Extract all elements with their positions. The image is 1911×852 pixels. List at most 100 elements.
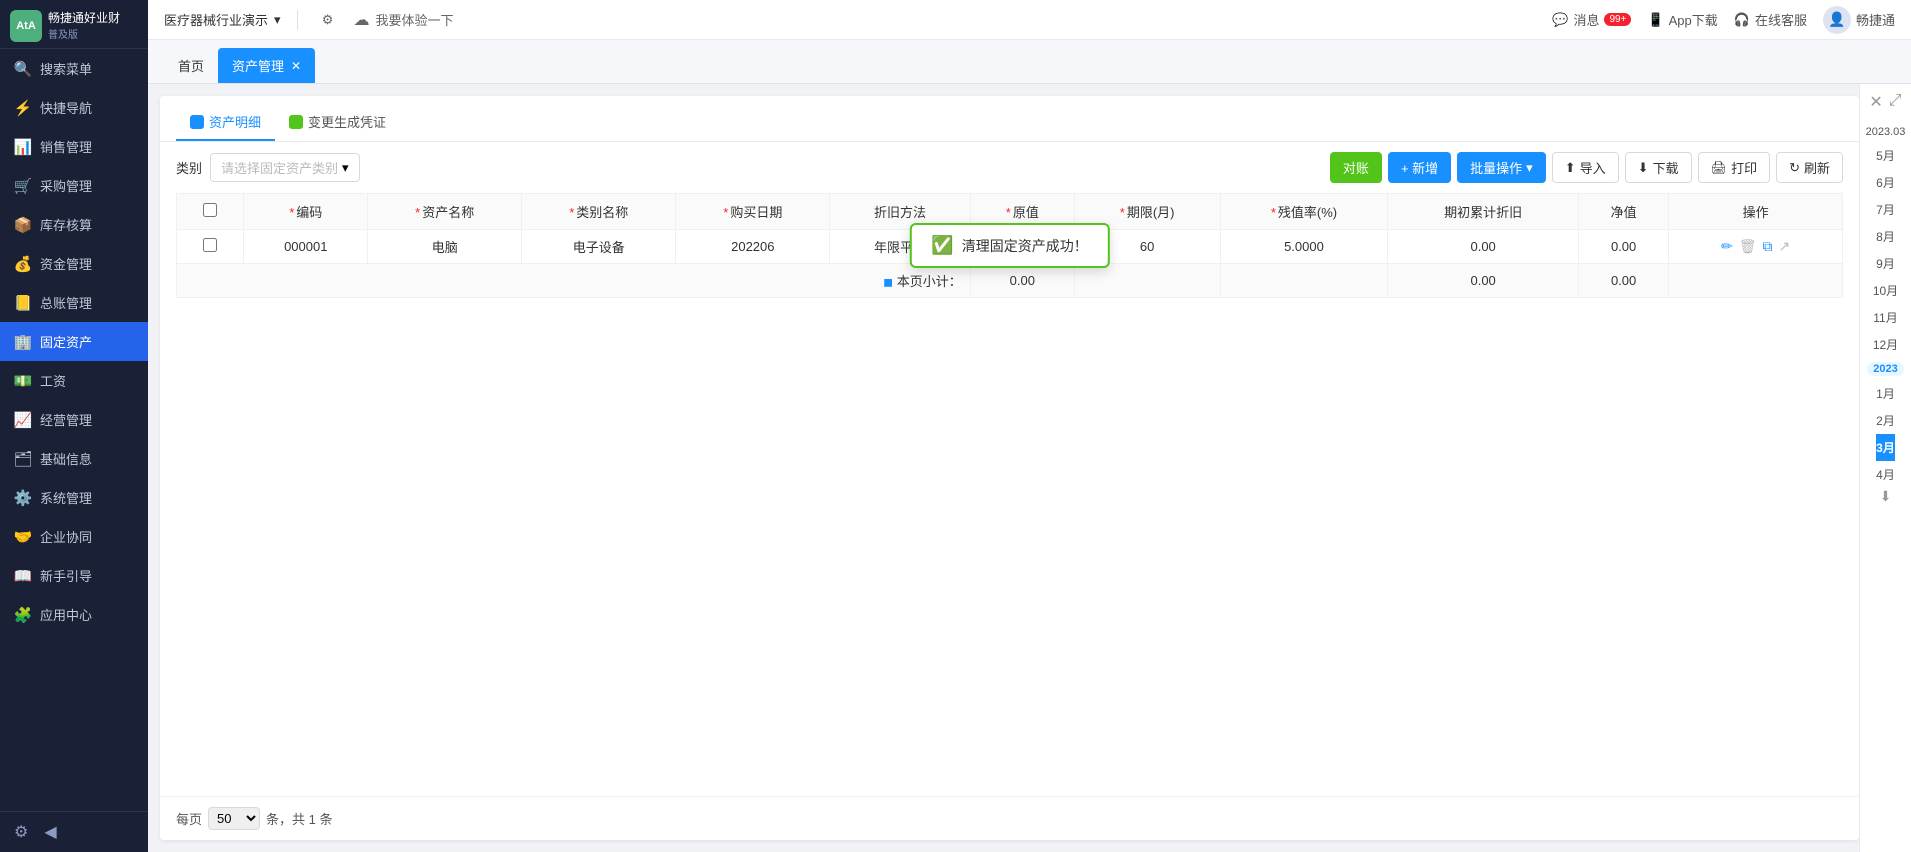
- row-checkbox[interactable]: [203, 238, 217, 252]
- sidebar-item-label: 销售管理: [40, 137, 92, 156]
- sidebar-item-funds[interactable]: 💰 资金管理: [0, 244, 148, 283]
- category-filter-arrow: ▾: [342, 160, 349, 176]
- topbar-divider: [297, 10, 298, 30]
- refresh-icon: ↻: [1789, 160, 1800, 176]
- pagination: 每页 50 20 100 条，共 1 条: [160, 796, 1859, 840]
- subtotal-label: ◼ 本页小计：: [177, 264, 971, 298]
- tab-close-icon[interactable]: ✕: [291, 59, 301, 73]
- experience-button[interactable]: ☁ 我要体验一下: [354, 10, 454, 30]
- rp-year-label: 2023: [1867, 362, 1903, 376]
- subtotal-empty3: [1669, 264, 1843, 298]
- management-icon: 📈: [14, 411, 32, 429]
- batch-ops-arrow: ▾: [1526, 160, 1533, 176]
- sidebar-item-label: 资金管理: [40, 254, 92, 273]
- messages-button[interactable]: 💬 消息 99+: [1552, 10, 1631, 29]
- print-label: 打印: [1731, 158, 1757, 177]
- th-code: *编码: [244, 194, 368, 230]
- import-icon: ⬆: [1565, 160, 1576, 176]
- topbar: 医疗器械行业演示 ▾ ⚙ ☁ 我要体验一下 💬 消息 99+ 📱 App下载 🎧…: [148, 0, 1911, 40]
- subtab-change-voucher[interactable]: 变更生成凭证: [275, 106, 400, 141]
- category-filter[interactable]: 请选择固定资产类别 ▾: [210, 153, 360, 182]
- th-net-value: 净值: [1578, 194, 1668, 230]
- subtotal-empty2: [1220, 264, 1388, 298]
- sidebar-item-inventory[interactable]: 📦 库存核算: [0, 205, 148, 244]
- th-action: 操作: [1669, 194, 1843, 230]
- tabbar: 首页 资产管理 ✕: [148, 40, 1911, 84]
- sidebar-item-label: 固定资产: [40, 332, 92, 351]
- th-initial-depreciation: 期初累计折旧: [1388, 194, 1578, 230]
- content: 资产明细 变更生成凭证 类别 请选择固定资产类别 ▾: [148, 84, 1911, 852]
- refresh-button[interactable]: ↻ 刷新: [1776, 152, 1843, 183]
- rp-month[interactable]: 11月: [1873, 304, 1898, 331]
- experience-label: 我要体验一下: [376, 10, 454, 29]
- sidebar-item-guide[interactable]: 📖 新手引导: [0, 556, 148, 595]
- sidebar-item-appstore[interactable]: 🧩 应用中心: [0, 595, 148, 634]
- rp-month[interactable]: 6月: [1873, 169, 1898, 196]
- page-size-select[interactable]: 50 20 100: [208, 807, 260, 830]
- sidebar-item-label: 库存核算: [40, 215, 92, 234]
- batch-ops-label: 批量操作: [1470, 158, 1522, 177]
- sidebar-item-assets[interactable]: 🏢 固定资产: [0, 322, 148, 361]
- sidebar-item-purchase[interactable]: 🛒 采购管理: [0, 166, 148, 205]
- rp-month[interactable]: 2月: [1876, 407, 1895, 434]
- th-checkbox: [177, 194, 244, 230]
- online-service-button[interactable]: 🎧 在线客服: [1734, 10, 1807, 29]
- tab-home[interactable]: 首页: [164, 48, 218, 83]
- edit-icon[interactable]: ✏: [1721, 238, 1733, 255]
- rp-expand-icon[interactable]: ⤢: [1889, 92, 1902, 110]
- sidebar-item-payroll[interactable]: 💵 工资: [0, 361, 148, 400]
- collapse-icon[interactable]: ◀: [44, 822, 56, 842]
- delete-icon[interactable]: 🗑: [1739, 238, 1757, 255]
- user-menu[interactable]: 👤 畅捷通: [1823, 6, 1895, 34]
- new-button[interactable]: + 新增: [1388, 152, 1451, 183]
- copy-icon[interactable]: ⧉: [1763, 238, 1773, 255]
- more-icon[interactable]: ↗: [1779, 238, 1791, 255]
- td-name: 电脑: [368, 230, 522, 264]
- app-download-button[interactable]: 📱 App下载: [1647, 10, 1717, 29]
- th-purchase-date: *购买日期: [676, 194, 830, 230]
- rp-month[interactable]: 7月: [1873, 196, 1898, 223]
- avatar: 👤: [1823, 6, 1851, 34]
- rp-month[interactable]: 8月: [1873, 223, 1898, 250]
- import-button[interactable]: ⬆ 导入: [1552, 152, 1619, 183]
- service-icon: 🎧: [1734, 12, 1750, 28]
- rp-down-arrow[interactable]: ⬇: [1880, 488, 1892, 505]
- company-selector[interactable]: 医疗器械行业演示 ▾: [164, 10, 281, 29]
- sidebar-item-management[interactable]: 📈 经营管理: [0, 400, 148, 439]
- rp-month[interactable]: 10月: [1873, 277, 1898, 304]
- rp-month[interactable]: 1月: [1876, 380, 1895, 407]
- rp-close-icon[interactable]: ✕: [1869, 92, 1882, 114]
- th-residual-rate: *残值率(%): [1220, 194, 1388, 230]
- guide-icon: 📖: [14, 567, 32, 585]
- batch-ops-button[interactable]: 批量操作 ▾: [1457, 152, 1546, 183]
- print-button[interactable]: 🖨 打印: [1698, 152, 1771, 183]
- rp-month[interactable]: 12月: [1873, 331, 1898, 358]
- sidebar-item-system[interactable]: ⚙️ 系统管理: [0, 478, 148, 517]
- sidebar-item-quicknav[interactable]: ⚡ 快捷导航: [0, 88, 148, 127]
- subtab-asset-detail[interactable]: 资产明细: [176, 106, 275, 141]
- rp-month[interactable]: 9月: [1873, 250, 1898, 277]
- th-category: *类别名称: [522, 194, 676, 230]
- main-area: 医疗器械行业演示 ▾ ⚙ ☁ 我要体验一下 💬 消息 99+ 📱 App下载 🎧…: [148, 0, 1911, 852]
- select-all-checkbox[interactable]: [203, 203, 217, 217]
- sidebar-item-basic[interactable]: 🗂 基础信息: [0, 439, 148, 478]
- sidebar-item-ledger[interactable]: 📒 总账管理: [0, 283, 148, 322]
- download-button[interactable]: ⬇ 下载: [1625, 152, 1692, 183]
- rp-month[interactable]: 4月: [1876, 461, 1895, 488]
- rp-month[interactable]: 5月: [1873, 142, 1898, 169]
- topbar-settings-button[interactable]: ⚙: [314, 6, 342, 34]
- tab-asset-management[interactable]: 资产管理 ✕: [218, 48, 315, 83]
- table-wrap: *编码 *资产名称 *类别名称 *购买日期 折旧方法 *原值 *期限(月) *残…: [160, 193, 1859, 796]
- toolbar: 类别 请选择固定资产类别 ▾ 对账 + 新增 批量操作 ▾: [160, 142, 1859, 193]
- topbar-right: 💬 消息 99+ 📱 App下载 🎧 在线客服 👤 畅捷通: [1552, 6, 1895, 34]
- basic-icon: 🗂: [14, 450, 32, 468]
- sidebar-item-label: 企业协同: [40, 527, 92, 546]
- toast-message: 清理固定资产成功！: [962, 236, 1088, 256]
- sidebar-item-enterprise[interactable]: 🤝 企业协同: [0, 517, 148, 556]
- sidebar-item-label: 经营管理: [40, 410, 92, 429]
- sidebar-item-search[interactable]: 🔍 搜索菜单: [0, 49, 148, 88]
- reconcile-button[interactable]: 对账: [1330, 152, 1382, 183]
- settings-icon[interactable]: ⚙: [14, 822, 28, 842]
- sidebar-item-sales[interactable]: 📊 销售管理: [0, 127, 148, 166]
- rp-month[interactable]: 3月: [1876, 434, 1895, 461]
